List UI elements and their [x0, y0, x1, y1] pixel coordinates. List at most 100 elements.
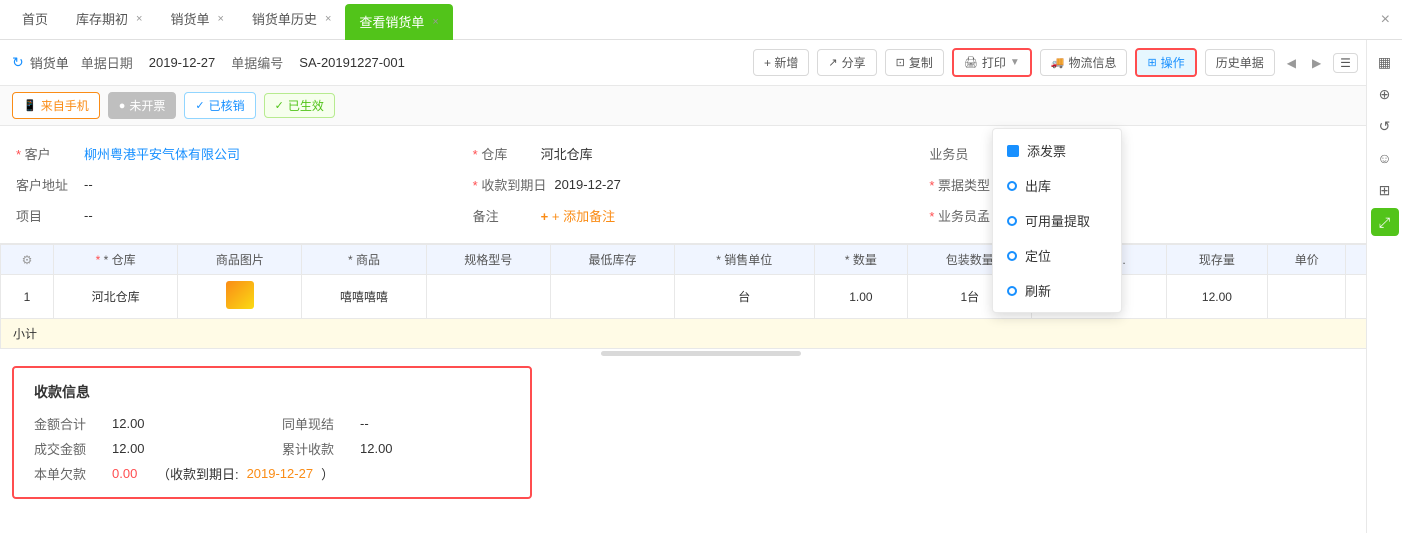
- sidebar-refresh-icon-btn[interactable]: ↺: [1371, 112, 1399, 140]
- dropdown-item-available-extract[interactable]: 可用量提取: [993, 203, 1121, 238]
- operator-label: 业务员: [929, 144, 989, 163]
- remark-add[interactable]: + + 添加备注: [541, 206, 615, 225]
- copy-button[interactable]: ⊡ 复制: [885, 49, 944, 76]
- row-image: [178, 275, 302, 319]
- scroll-hint: [0, 351, 1402, 356]
- row-qty: 1.00: [814, 275, 908, 319]
- tab-sales-close[interactable]: ×: [217, 13, 223, 25]
- tab-sales-order[interactable]: 销货单 ×: [156, 0, 237, 40]
- history-button[interactable]: 历史单据: [1205, 49, 1275, 76]
- current-arrears-label: 本单欠款: [34, 464, 104, 483]
- due-date-text: [145, 466, 149, 481]
- due-date-bracket-close: ）: [321, 464, 334, 483]
- cumulative-payment-row: 累计收款 12.00: [282, 439, 510, 458]
- row-warehouse: 河北仓库: [54, 275, 178, 319]
- list-view-button[interactable]: ☰: [1333, 53, 1358, 73]
- tab-sales-history[interactable]: 销货单历史 ×: [238, 0, 345, 40]
- nav-prev[interactable]: ◀: [1283, 54, 1300, 72]
- project-label: 项目: [16, 206, 76, 225]
- row-min-stock: [550, 275, 674, 319]
- customer-value[interactable]: 柳州粤港平安气体有限公司: [84, 144, 240, 163]
- col-min-stock: 最低库存: [550, 245, 674, 275]
- sidebar-table-icon: ▦: [1378, 54, 1391, 71]
- col-warehouse: * 仓库: [54, 245, 178, 275]
- tab-bar: 首页 库存期初 × 销货单 × 销货单历史 × 查看销货单 × ×: [0, 0, 1402, 40]
- operation-button[interactable]: ⊞ 操作: [1135, 48, 1196, 77]
- form-section: 客户 柳州粤港平安气体有限公司 仓库 河北仓库 业务员 演示账号 客户地址 --…: [0, 126, 1402, 244]
- transaction-amount-label: 成交金额: [34, 439, 104, 458]
- dropdown-item-add-ticket[interactable]: 添发票: [993, 133, 1121, 168]
- right-sidebar: ▦ ⊕ ↺ ☺ ⊞ ⤢: [1366, 40, 1402, 533]
- same-order-row: 同单现结 --: [282, 414, 510, 433]
- col-spec: 规格型号: [426, 245, 550, 275]
- window-close-button[interactable]: ×: [1381, 11, 1390, 29]
- doc-header: ↻ 销货单 单据日期 2019-12-27 单据编号 SA-20191227-0…: [0, 40, 1402, 86]
- due-date-bracket-open: （收款到期日:: [157, 464, 239, 483]
- table-section: ⚙ * 仓库 商品图片 * 商品 规格型号 最低库存 * 销售单位 * 数量 包…: [0, 244, 1402, 358]
- payment-date-label: 收款到期日: [473, 175, 547, 194]
- same-order-label: 同单现结: [282, 414, 352, 433]
- dropdown-item-outbound[interactable]: 出库: [993, 168, 1121, 203]
- col-stock: 现存量: [1166, 245, 1267, 275]
- sidebar-table-icon-btn[interactable]: ▦: [1371, 48, 1399, 76]
- number-value: SA-20191227-001: [299, 55, 405, 70]
- transaction-amount-value: 12.00: [112, 441, 145, 456]
- dropdown-item-location[interactable]: 定位: [993, 238, 1121, 273]
- payment-grid: 金额合计 12.00 同单现结 -- 成交金额 12.00 累计收款 12.00…: [34, 414, 510, 483]
- sidebar-bookmark-icon-btn[interactable]: ⊞: [1371, 176, 1399, 204]
- doc-type-label: 销货单: [30, 53, 69, 72]
- sidebar-user-icon: ☺: [1377, 150, 1391, 166]
- col-unit: * 销售单位: [675, 245, 815, 275]
- project-value: --: [84, 208, 93, 223]
- horizontal-scrollbar[interactable]: [601, 351, 801, 356]
- sidebar-refresh-icon: ↺: [1379, 118, 1391, 135]
- toolbar-right: + 新增 ↗ 分享 ⊡ 复制 🖨 打印 ▼ 🚚 物流信息 ⊞ 操作: [753, 48, 1390, 77]
- warehouse-value: 河北仓库: [541, 144, 593, 163]
- doc-meta: 单据日期 2019-12-27 单据编号 SA-20191227-001: [81, 53, 405, 72]
- warehouse-label: 仓库: [473, 144, 533, 163]
- date-label: 单据日期: [81, 53, 133, 72]
- row-stock: 12.00: [1166, 275, 1267, 319]
- logistics-button[interactable]: 🚚 物流信息: [1040, 49, 1128, 76]
- col-price: 单价: [1268, 245, 1346, 275]
- from-phone-button[interactable]: 📱 来自手机: [12, 92, 100, 119]
- tab-inventory[interactable]: 库存期初 ×: [62, 0, 156, 40]
- sidebar-expand-icon-btn[interactable]: ⤢: [1371, 208, 1399, 236]
- confirm-button[interactable]: ✓ 已核销: [184, 92, 255, 119]
- payment-title: 收款信息: [34, 382, 510, 402]
- date-value: 2019-12-27: [149, 55, 216, 70]
- warehouse-field: 仓库 河北仓库: [473, 138, 930, 169]
- customer-field: 客户 柳州粤港平安气体有限公司: [16, 138, 473, 169]
- print-button[interactable]: 🖨 打印 ▼: [952, 48, 1032, 77]
- sidebar-user-icon-btn[interactable]: ☺: [1371, 144, 1399, 172]
- tab-sales-history-close[interactable]: ×: [325, 13, 331, 25]
- dropdown-item-refresh[interactable]: 刷新: [993, 273, 1121, 308]
- nav-next[interactable]: ▶: [1308, 54, 1325, 72]
- payment-date-field: 收款到期日 2019-12-27: [473, 169, 930, 200]
- col-gear[interactable]: ⚙: [1, 245, 54, 275]
- doc-type-indicator: ↻ 销货单: [12, 53, 69, 72]
- cumulative-payment-value: 12.00: [360, 441, 393, 456]
- new-button[interactable]: + 新增: [753, 49, 809, 76]
- customer-label: 客户: [16, 144, 76, 163]
- product-table: ⚙ * 仓库 商品图片 * 商品 规格型号 最低库存 * 销售单位 * 数量 包…: [0, 244, 1402, 349]
- remark-field: 备注 + + 添加备注: [473, 200, 930, 231]
- salesperson-label: 业务员孟: [929, 206, 990, 225]
- number-label: 单据编号: [231, 53, 283, 72]
- row-price: [1268, 275, 1346, 319]
- current-arrears-value: 0.00: [112, 466, 137, 481]
- tab-home[interactable]: 首页: [8, 0, 62, 40]
- col-product: * 商品: [302, 245, 426, 275]
- tab-view-sales-order[interactable]: 查看销货单 ×: [345, 4, 452, 40]
- share-button[interactable]: ↗ 分享: [817, 49, 876, 76]
- ticket-type-label: 票据类型: [929, 175, 990, 194]
- outbound-icon: [1007, 181, 1017, 191]
- not-open-ticket-button[interactable]: ● 未开票: [108, 92, 177, 119]
- project-field: 项目 --: [16, 200, 473, 231]
- row-spec: [426, 275, 550, 319]
- tab-view-close[interactable]: ×: [432, 16, 438, 28]
- sidebar-link-icon-btn[interactable]: ⊕: [1371, 80, 1399, 108]
- row-unit: 台: [675, 275, 815, 319]
- tab-inventory-close[interactable]: ×: [136, 13, 142, 25]
- table-header-row: ⚙ * 仓库 商品图片 * 商品 规格型号 最低库存 * 销售单位 * 数量 包…: [1, 245, 1402, 275]
